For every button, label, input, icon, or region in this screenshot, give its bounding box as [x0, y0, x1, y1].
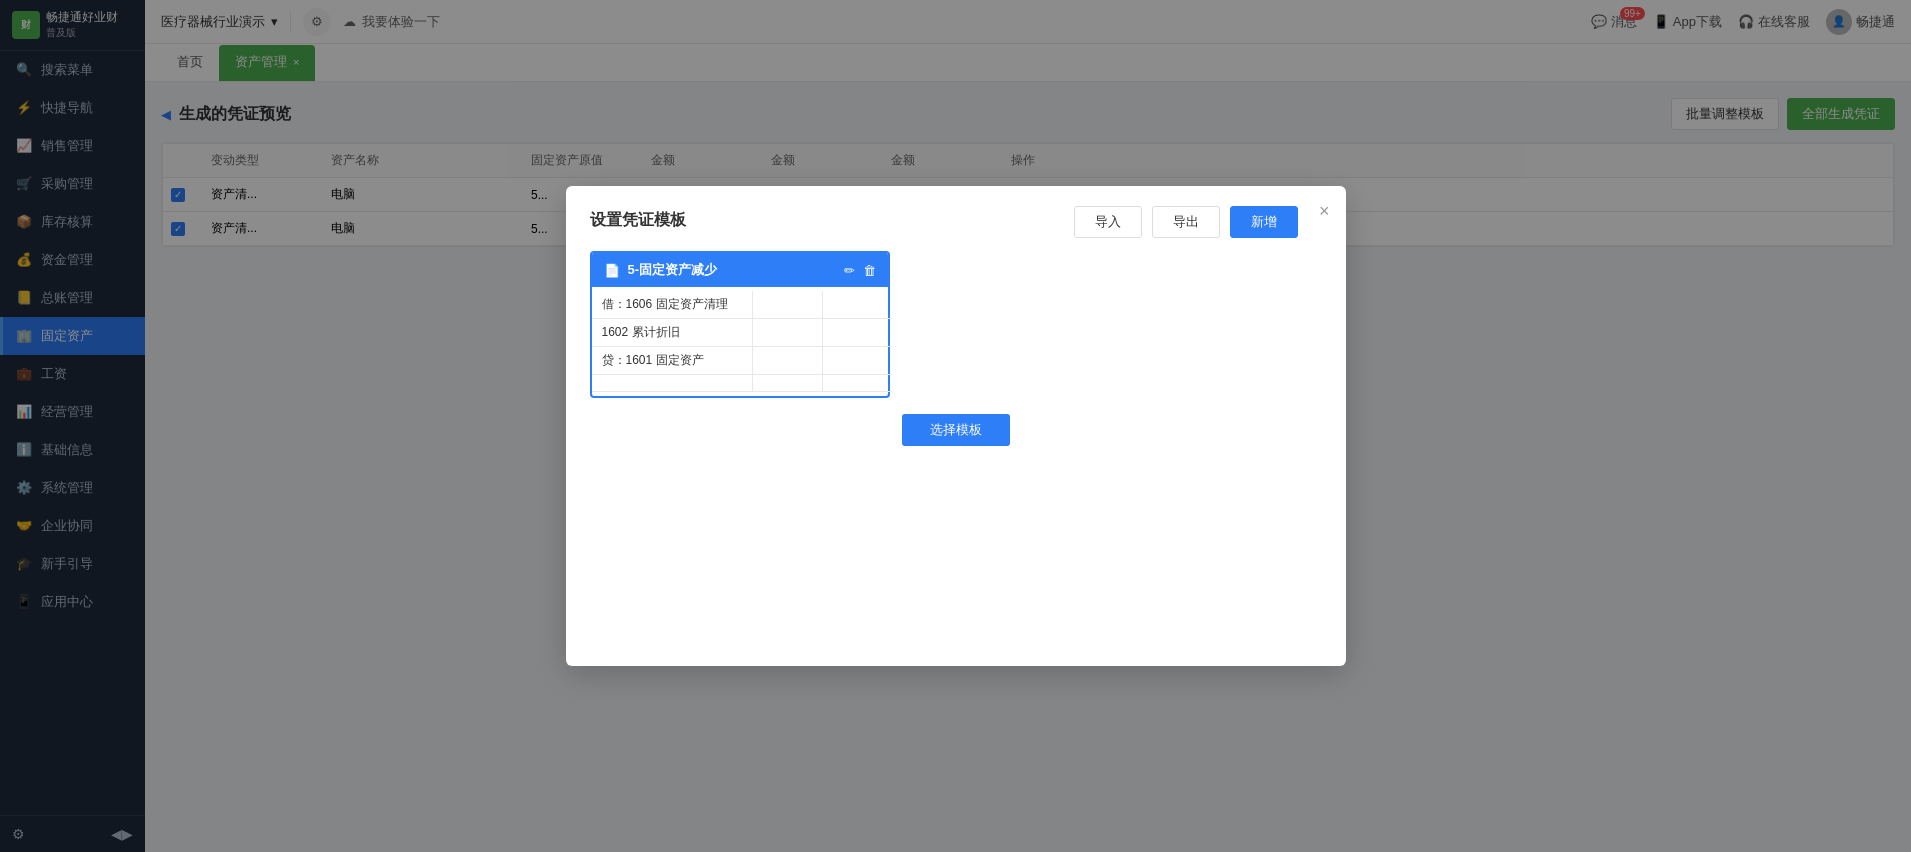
- select-template-button[interactable]: 选择模板: [902, 414, 1010, 446]
- template-card: 📄 5-固定资产减少 ✏ 🗑 借：1606 固定资产清理 1602 累计折旧: [590, 251, 890, 398]
- new-template-button[interactable]: 新增: [1230, 206, 1298, 238]
- modal-overlay[interactable]: 设置凭证模板 × 导入 导出 新增 📄 5-固定资产减少 ✏ 🗑 借：1606 …: [0, 0, 1911, 852]
- template-debit-debit-2: [752, 319, 822, 347]
- template-card-header: 📄 5-固定资产减少 ✏ 🗑: [592, 253, 888, 287]
- template-debit-debit-1: [752, 291, 822, 319]
- template-empty-row: [592, 375, 888, 392]
- template-debit-row-1: 借：1606 固定资产清理: [592, 291, 888, 319]
- template-credit-row-1: 贷：1601 固定资产: [592, 347, 888, 375]
- template-delete-icon[interactable]: 🗑: [863, 263, 876, 278]
- template-empty-cell-3: [822, 375, 892, 392]
- modal-close-button[interactable]: ×: [1319, 202, 1330, 220]
- template-empty-cell-1: [592, 375, 752, 392]
- template-debit-row-2: 1602 累计折旧: [592, 319, 888, 347]
- template-doc-icon: 📄: [604, 263, 620, 278]
- select-template-container: 选择模板: [590, 414, 1322, 446]
- modal-set-template: 设置凭证模板 × 导入 导出 新增 📄 5-固定资产减少 ✏ 🗑 借：1606 …: [566, 186, 1346, 666]
- template-credit-credit-1: [822, 347, 892, 375]
- export-button[interactable]: 导出: [1152, 206, 1220, 238]
- template-debit-credit-1: [822, 291, 892, 319]
- template-credit-debit-1: [752, 347, 822, 375]
- template-id: 5: [628, 262, 635, 277]
- import-button[interactable]: 导入: [1074, 206, 1142, 238]
- template-card-body: 借：1606 固定资产清理 1602 累计折旧 贷：1601 固定资产: [592, 287, 888, 396]
- template-edit-icon[interactable]: ✏: [844, 263, 855, 278]
- template-credit-label-1: 贷：1601 固定资产: [592, 347, 752, 375]
- template-debit-credit-2: [822, 319, 892, 347]
- template-card-title: 5-固定资产减少: [628, 261, 836, 279]
- template-card-actions: ✏ 🗑: [844, 263, 876, 278]
- template-empty-cell-2: [752, 375, 822, 392]
- template-debit-label-1: 借：1606 固定资产清理: [592, 291, 752, 319]
- template-name: 固定资产减少: [639, 262, 717, 277]
- template-debit-label-2: 1602 累计折旧: [592, 319, 752, 347]
- modal-toolbar: 导入 导出 新增: [1074, 206, 1298, 238]
